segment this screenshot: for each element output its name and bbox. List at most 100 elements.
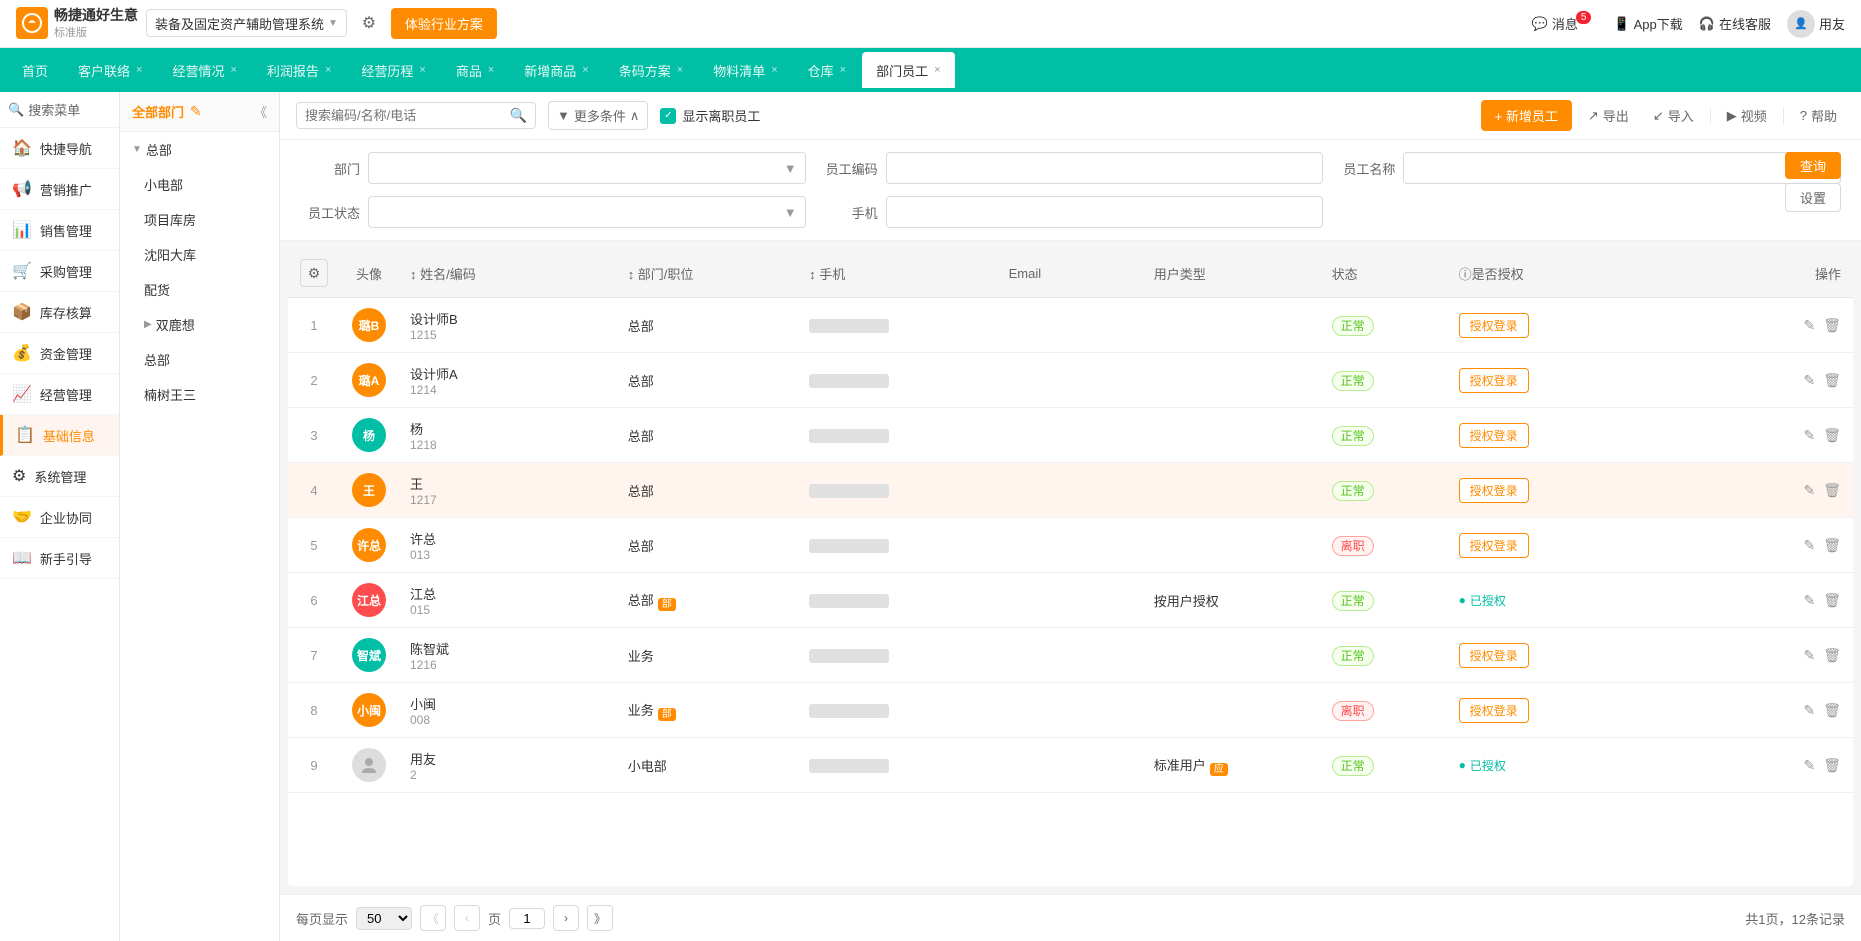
th-dept[interactable]: ↕ 部门/职位 xyxy=(616,249,797,298)
add-employee-button[interactable]: + 新增员工 xyxy=(1481,100,1572,131)
edit-icon[interactable]: ✎ xyxy=(1803,482,1815,499)
emp-name-input[interactable] xyxy=(1403,152,1841,184)
close-icon[interactable]: × xyxy=(488,64,494,76)
edit-icon[interactable]: ✎ xyxy=(1803,372,1815,389)
auth-login-button[interactable]: 授权登录 xyxy=(1459,368,1529,393)
tab-home[interactable]: 首页 xyxy=(8,52,62,88)
more-filter-button[interactable]: ▼ 更多条件 ∧ xyxy=(548,101,648,130)
sidebar-item-guide[interactable]: 📖 新手引导 xyxy=(0,538,119,579)
trial-button[interactable]: 体验行业方案 xyxy=(391,8,497,39)
column-settings-icon[interactable]: ⚙ xyxy=(300,259,328,287)
system-title[interactable]: 装备及固定资产辅助管理系统 ▼ xyxy=(146,9,347,37)
delete-icon[interactable]: 🗑 xyxy=(1823,702,1841,719)
next-page-button[interactable]: › xyxy=(553,905,579,931)
view-button[interactable]: ▶ 视频 xyxy=(1719,102,1775,129)
dept-node-head[interactable]: ▼ 总部 xyxy=(120,132,279,167)
dept-node-nanshuwang[interactable]: 楠树王三 xyxy=(120,377,279,412)
edit-icon[interactable]: ✎ xyxy=(1803,757,1815,774)
delete-icon[interactable]: 🗑 xyxy=(1823,427,1841,444)
per-page-select[interactable]: 50 100 xyxy=(356,907,412,930)
page-input[interactable] xyxy=(509,908,545,929)
show-resigned-toggle[interactable]: ✓ 显示离职员工 xyxy=(660,106,760,125)
close-icon[interactable]: × xyxy=(136,64,142,76)
sidebar-item-system[interactable]: ⚙ 系统管理 xyxy=(0,456,119,497)
tab-bom[interactable]: 物料清单 × xyxy=(699,52,791,88)
tab-profit[interactable]: 利润报告 × xyxy=(253,52,345,88)
delete-icon[interactable]: 🗑 xyxy=(1823,317,1841,334)
auth-login-button[interactable]: 授权登录 xyxy=(1459,533,1529,558)
settings-icon[interactable]: ⚙ xyxy=(355,9,383,37)
emp-code-input[interactable] xyxy=(886,152,1324,184)
close-icon[interactable]: × xyxy=(677,64,683,76)
th-phone[interactable]: ↕ 手机 xyxy=(797,249,997,298)
user-menu[interactable]: 👤 用友 xyxy=(1787,10,1845,38)
close-icon[interactable]: × xyxy=(325,64,331,76)
auth-login-button[interactable]: 授权登录 xyxy=(1459,313,1529,338)
close-icon[interactable]: × xyxy=(840,64,846,76)
edit-icon[interactable]: ✎ xyxy=(1803,592,1815,609)
edit-icon[interactable]: ✎ xyxy=(1803,537,1815,554)
auth-login-button[interactable]: 授权登录 xyxy=(1459,423,1529,448)
delete-icon[interactable]: 🗑 xyxy=(1823,647,1841,664)
first-page-button[interactable]: 《 xyxy=(420,905,446,931)
close-icon[interactable]: × xyxy=(230,64,236,76)
tab-barcode[interactable]: 条码方案 × xyxy=(605,52,697,88)
tab-department[interactable]: 部门员工 × xyxy=(862,52,954,88)
search-input[interactable] xyxy=(305,108,504,123)
edit-icon[interactable]: ✎ xyxy=(1803,427,1815,444)
delete-icon[interactable]: 🗑 xyxy=(1823,757,1841,774)
auth-login-button[interactable]: 授权登录 xyxy=(1459,698,1529,723)
dept-node-head2[interactable]: 总部 xyxy=(120,342,279,377)
sidebar-search[interactable]: 🔍 搜索菜单 xyxy=(0,92,119,128)
dept-select[interactable]: ▼ xyxy=(368,152,806,184)
phone-input[interactable] xyxy=(886,196,1324,228)
delete-icon[interactable]: 🗑 xyxy=(1823,592,1841,609)
sidebar-item-collab[interactable]: 🤝 企业协同 xyxy=(0,497,119,538)
dept-node-small-electric[interactable]: 小电部 xyxy=(120,167,279,202)
auth-login-button[interactable]: 授权登录 xyxy=(1459,643,1529,668)
edit-icon[interactable]: ✎ xyxy=(190,103,202,120)
prev-page-button[interactable]: ‹ xyxy=(454,905,480,931)
import-button[interactable]: ↙ 导入 xyxy=(1645,102,1702,129)
close-icon[interactable]: × xyxy=(582,64,588,76)
sidebar-item-purchase[interactable]: 🛒 采购管理 xyxy=(0,251,119,292)
dept-node-shenyang[interactable]: 沈阳大库 xyxy=(120,237,279,272)
sidebar-item-basic[interactable]: 📋 基础信息 xyxy=(0,415,119,456)
edit-icon[interactable]: ✎ xyxy=(1803,647,1815,664)
status-select[interactable]: ▼ xyxy=(368,196,806,228)
delete-icon[interactable]: 🗑 xyxy=(1823,482,1841,499)
close-icon[interactable]: × xyxy=(934,64,940,76)
delete-icon[interactable]: 🗑 xyxy=(1823,372,1841,389)
export-button[interactable]: ↗ 导出 xyxy=(1580,102,1637,129)
message-button[interactable]: 💬 消息 5 xyxy=(1532,14,1598,33)
tab-operation[interactable]: 经营情况 × xyxy=(158,52,250,88)
collapse-icon[interactable]: 《 xyxy=(254,102,267,121)
sidebar-item-quicknav[interactable]: 🏠 快捷导航 xyxy=(0,128,119,169)
delete-icon[interactable]: 🗑 xyxy=(1823,537,1841,554)
app-download-button[interactable]: 📱 App下载 xyxy=(1613,14,1682,33)
tab-warehouse[interactable]: 仓库 × xyxy=(794,52,860,88)
edit-icon[interactable]: ✎ xyxy=(1803,317,1815,334)
tab-goods[interactable]: 商品 × xyxy=(442,52,508,88)
tab-new-goods[interactable]: 新增商品 × xyxy=(510,52,602,88)
dept-node-project[interactable]: 项目库房 xyxy=(120,202,279,237)
dept-node-double[interactable]: ▶ 双鹿想 xyxy=(120,307,279,342)
search-input-wrap[interactable]: 🔍 xyxy=(296,102,536,129)
search-icon[interactable]: 🔍 xyxy=(510,107,527,124)
sidebar-item-marketing[interactable]: 📢 营销推广 xyxy=(0,169,119,210)
reset-button[interactable]: 设置 xyxy=(1785,183,1841,212)
close-icon[interactable]: × xyxy=(419,64,425,76)
tab-customer[interactable]: 客户联络 × xyxy=(64,52,156,88)
dept-node-delivery[interactable]: 配货 xyxy=(120,272,279,307)
sidebar-item-business[interactable]: 📈 经营管理 xyxy=(0,374,119,415)
help-button[interactable]: ? 帮助 xyxy=(1792,102,1845,129)
auth-login-button[interactable]: 授权登录 xyxy=(1459,478,1529,503)
edit-icon[interactable]: ✎ xyxy=(1803,702,1815,719)
sidebar-item-sales[interactable]: 📊 销售管理 xyxy=(0,210,119,251)
close-icon[interactable]: × xyxy=(771,64,777,76)
online-service-button[interactable]: 🎧 在线客服 xyxy=(1699,14,1771,33)
th-name[interactable]: ↕ 姓名/编码 xyxy=(398,249,616,298)
sidebar-item-finance[interactable]: 💰 资金管理 xyxy=(0,333,119,374)
tab-history[interactable]: 经营历程 × xyxy=(347,52,439,88)
last-page-button[interactable]: 》 xyxy=(587,905,613,931)
